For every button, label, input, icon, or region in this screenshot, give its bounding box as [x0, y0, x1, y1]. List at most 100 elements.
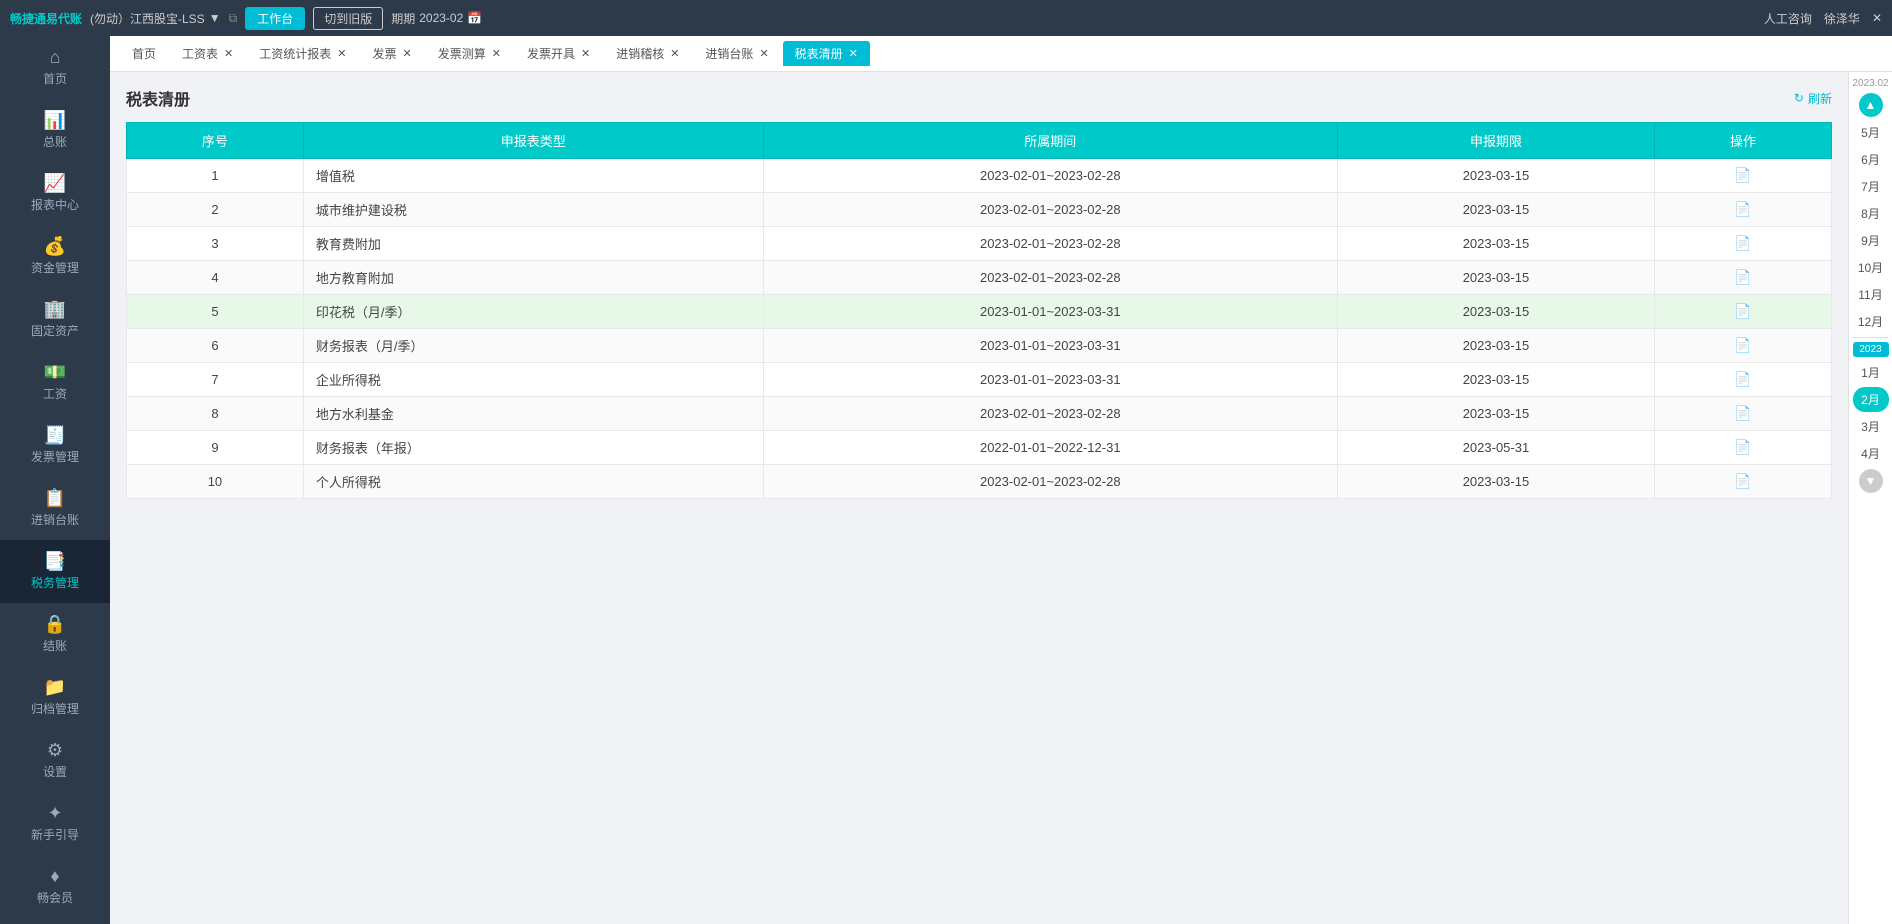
sidebar-item-tax[interactable]: 📑 税务管理 — [0, 540, 110, 603]
action-view-icon[interactable]: 📄 — [1734, 405, 1751, 421]
tax-table: 序号 申报表类型 所属期间 申报期限 操作 1增值税2023-02-01~202… — [126, 122, 1832, 499]
tab-invoice-calc-close[interactable]: ✕ — [492, 47, 501, 60]
rs-month-1[interactable]: 1月 — [1853, 360, 1889, 385]
tab-tax-register-label: 税表清册 — [795, 45, 843, 62]
company-dropdown-icon: ▼ — [209, 11, 221, 25]
action-view-icon[interactable]: 📄 — [1734, 167, 1751, 183]
tab-salary-report[interactable]: 工资统计报表 ✕ — [247, 41, 358, 66]
action-view-icon[interactable]: 📄 — [1734, 439, 1751, 455]
sidebar-item-wage[interactable]: 💵 工资 — [0, 351, 110, 414]
action-view-icon[interactable]: 📄 — [1734, 371, 1751, 387]
table-row: 1增值税2023-02-01~2023-02-282023-03-15📄 — [127, 159, 1832, 193]
rs-month-5[interactable]: 5月 — [1853, 120, 1889, 145]
action-view-icon[interactable]: 📄 — [1734, 235, 1751, 251]
rs-prev-button[interactable]: ▲ — [1859, 93, 1883, 117]
tab-purchase-check[interactable]: 进销稽核 ✕ — [604, 41, 691, 66]
sidebar-item-fund[interactable]: 💰 资金管理 — [0, 225, 110, 288]
sidebar-item-tax-label: 税务管理 — [31, 574, 79, 591]
col-deadline: 申报期限 — [1337, 123, 1654, 159]
cell-no: 10 — [127, 465, 304, 499]
rs-month-7[interactable]: 7月 — [1853, 174, 1889, 199]
sidebar-item-invoice[interactable]: 🧾 发票管理 — [0, 414, 110, 477]
rs-month-6[interactable]: 6月 — [1853, 147, 1889, 172]
table-row: 4地方教育附加2023-02-01~2023-02-282023-03-15📄 — [127, 261, 1832, 295]
tab-invoice-open-label: 发票开具 — [527, 45, 575, 62]
rs-month-2[interactable]: 2月 — [1853, 387, 1889, 412]
cell-type: 印花税（月/季） — [303, 295, 763, 329]
tab-salary-close[interactable]: ✕ — [224, 47, 233, 60]
tab-purchase-ledger[interactable]: 进销台账 ✕ — [693, 41, 780, 66]
rs-month-3[interactable]: 3月 — [1853, 414, 1889, 439]
rs-next-button[interactable]: ▼ — [1859, 469, 1883, 493]
close-window-icon[interactable]: ✕ — [1872, 11, 1882, 25]
invoice-icon: 🧾 — [44, 426, 66, 444]
sidebar-item-settings[interactable]: ⚙ 设置 — [0, 729, 110, 792]
tab-tax-register[interactable]: 税表清册 ✕ — [783, 41, 870, 66]
action-view-icon[interactable]: 📄 — [1734, 201, 1751, 217]
cell-no: 2 — [127, 193, 304, 227]
cell-deadline: 2023-03-15 — [1337, 329, 1654, 363]
action-view-icon[interactable]: 📄 — [1734, 337, 1751, 353]
action-view-icon[interactable]: 📄 — [1734, 269, 1751, 285]
workspace-button[interactable]: 工作台 — [245, 7, 305, 30]
sidebar-item-asset-label: 固定资产 — [31, 322, 79, 339]
rs-month-4[interactable]: 4月 — [1853, 441, 1889, 466]
calendar-icon: 📅 — [467, 11, 482, 25]
cell-type: 个人所得税 — [303, 465, 763, 499]
tab-invoice-calc[interactable]: 发票测算 ✕ — [426, 41, 513, 66]
tab-tax-register-close[interactable]: ✕ — [849, 47, 858, 60]
tab-purchase-check-label: 进销稽核 — [616, 45, 664, 62]
tab-salary[interactable]: 工资表 ✕ — [170, 41, 245, 66]
sidebar-item-report[interactable]: 📈 报表中心 — [0, 162, 110, 225]
cell-deadline: 2023-03-15 — [1337, 261, 1654, 295]
action-view-icon[interactable]: 📄 — [1734, 303, 1751, 319]
page-with-sidebar: 税表清册 ↻ 刷新 序号 申报表类型 所属期间 申报期限 — [110, 72, 1892, 924]
purchase-icon: 📋 — [44, 489, 66, 507]
rs-month-12[interactable]: 12月 — [1853, 309, 1889, 334]
unpin-button[interactable]: ◁ 取消固定 — [0, 918, 110, 924]
refresh-icon: ↻ — [1794, 91, 1804, 105]
table-row: 7企业所得税2023-01-01~2023-03-312023-03-15📄 — [127, 363, 1832, 397]
sidebar-item-member[interactable]: ♦ 畅会员 — [0, 855, 110, 918]
tab-invoice-open[interactable]: 发票开具 ✕ — [515, 41, 602, 66]
sidebar-item-settings-label: 设置 — [43, 763, 67, 780]
cell-no: 7 — [127, 363, 304, 397]
tab-salary-label: 工资表 — [182, 45, 218, 62]
sidebar-item-archive[interactable]: 📁 归档管理 — [0, 666, 110, 729]
period-value: 2023-02 — [419, 11, 463, 25]
sidebar-item-closing[interactable]: 🔒 结账 — [0, 603, 110, 666]
rs-month-8[interactable]: 8月 — [1853, 201, 1889, 226]
cell-no: 8 — [127, 397, 304, 431]
table-row: 9财务报表（年报）2022-01-01~2022-12-312023-05-31… — [127, 431, 1832, 465]
sidebar-item-ledger[interactable]: 📊 总账 — [0, 99, 110, 162]
action-view-icon[interactable]: 📄 — [1734, 473, 1751, 489]
rs-month-9[interactable]: 9月 — [1853, 228, 1889, 253]
table-row: 2城市维护建设税2023-02-01~2023-02-282023-03-15📄 — [127, 193, 1832, 227]
tab-invoice[interactable]: 发票 ✕ — [360, 41, 423, 66]
cell-deadline: 2023-03-15 — [1337, 363, 1654, 397]
sidebar-item-asset[interactable]: 🏢 固定资产 — [0, 288, 110, 351]
refresh-button[interactable]: ↻ 刷新 — [1794, 90, 1832, 107]
sidebar-item-guide[interactable]: ✦ 新手引导 — [0, 792, 110, 855]
user-service[interactable]: 人工咨询 — [1764, 10, 1812, 27]
cell-type: 增值税 — [303, 159, 763, 193]
cell-no: 3 — [127, 227, 304, 261]
table-row: 5印花税（月/季）2023-01-01~2023-03-312023-03-15… — [127, 295, 1832, 329]
tab-home[interactable]: 首页 — [120, 41, 168, 66]
sidebar-item-home[interactable]: ⌂ 首页 — [0, 36, 110, 99]
user-name[interactable]: 徐泽华 — [1824, 10, 1860, 27]
rs-month-11[interactable]: 11月 — [1853, 282, 1889, 307]
company-selector[interactable]: (勿动）江西股宝-LSS ▼ — [90, 10, 221, 27]
cell-period: 2023-02-01~2023-02-28 — [763, 397, 1337, 431]
rs-month-10[interactable]: 10月 — [1853, 255, 1889, 280]
sidebar-item-purchase[interactable]: 📋 进销台账 — [0, 477, 110, 540]
tab-purchase-ledger-close[interactable]: ✕ — [759, 47, 768, 60]
tab-invoice-close[interactable]: ✕ — [403, 47, 412, 60]
switch-old-button[interactable]: 切到旧版 — [313, 7, 383, 30]
report-icon: 📈 — [44, 174, 66, 192]
col-no: 序号 — [127, 123, 304, 159]
tab-invoice-open-close[interactable]: ✕ — [581, 47, 590, 60]
tab-salary-report-label: 工资统计报表 — [259, 45, 331, 62]
tab-purchase-check-close[interactable]: ✕ — [670, 47, 679, 60]
tab-salary-report-close[interactable]: ✕ — [337, 47, 346, 60]
